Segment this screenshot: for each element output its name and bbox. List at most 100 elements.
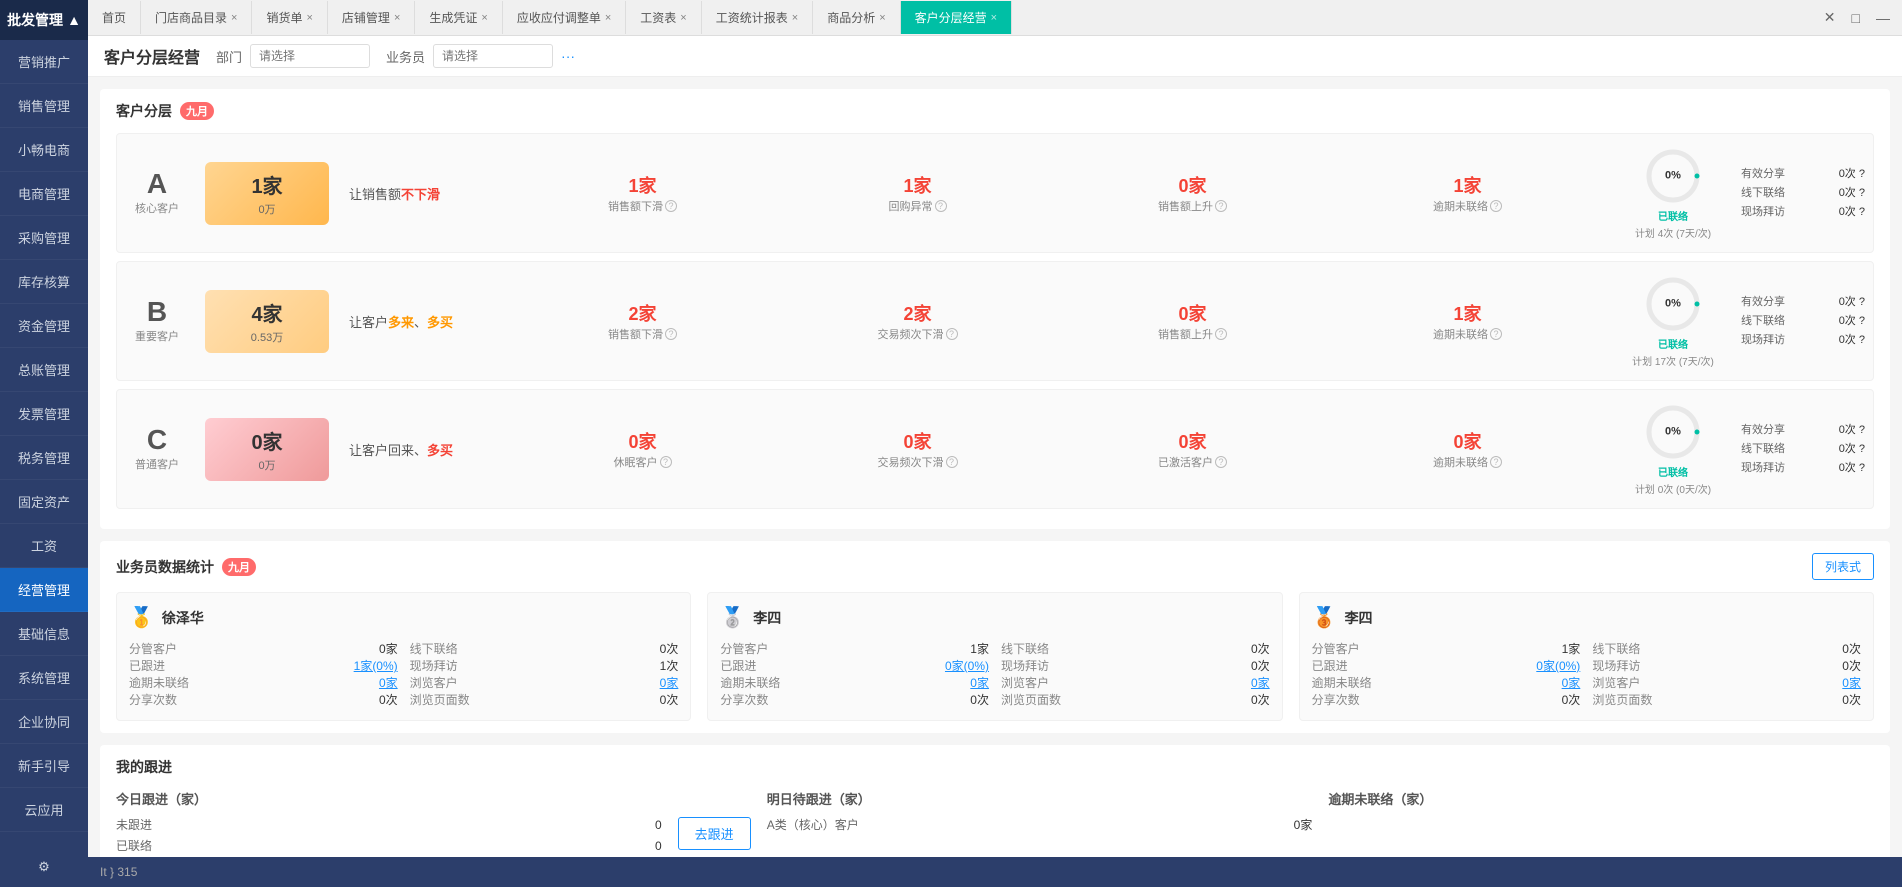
tier-count-col-b: 4家 0.53万 (197, 290, 337, 353)
tab-close-dcgl[interactable]: × (394, 12, 400, 24)
sidebar-item-xdds[interactable]: 小畅电商 (0, 128, 88, 172)
tier-right-val: 0次 ? (1839, 203, 1865, 219)
sidebar-item-ssgl[interactable]: 税务管理 (0, 436, 88, 480)
sidebar-item-cggl[interactable]: 采购管理 (0, 216, 88, 260)
tier-right-row: 现场拜访 0次 ? (1741, 331, 1865, 347)
tab-close-ysyftzd[interactable]: × (605, 12, 611, 24)
info-icon[interactable]: ? (665, 200, 677, 212)
tab-home[interactable]: 首页 (88, 1, 141, 34)
tab-xhd[interactable]: 销货单× (252, 1, 327, 34)
info-icon[interactable]: ? (1859, 443, 1865, 455)
info-icon[interactable]: ? (1490, 200, 1502, 212)
dept-select[interactable] (250, 44, 370, 68)
list-view-button[interactable]: 列表式 (1812, 553, 1874, 580)
stat-num: 0家 (878, 428, 958, 454)
info-icon[interactable]: ? (1859, 168, 1865, 180)
info-icon[interactable]: ? (1215, 328, 1227, 340)
sales-select[interactable] (433, 44, 553, 68)
info-icon[interactable]: ? (1859, 206, 1865, 218)
info-icon[interactable]: ? (946, 456, 958, 468)
tier-right-label: 现场拜访 (1741, 459, 1785, 475)
minimize-window-icon[interactable]: — (1872, 8, 1894, 28)
tab-scpz[interactable]: 生成凭证× (415, 1, 502, 34)
restore-window-icon[interactable]: □ (1848, 8, 1864, 28)
circle-plan: 计划 17次 (7天/次) (1632, 353, 1714, 368)
tab-close-mdspmj[interactable]: × (231, 12, 237, 24)
sidebar-item-yxts[interactable]: 营销推广 (0, 40, 88, 84)
rep-stat-val[interactable]: 0家 (1562, 674, 1581, 691)
info-icon[interactable]: ? (1859, 334, 1865, 346)
info-icon[interactable]: ? (1859, 187, 1865, 199)
info-icon[interactable]: ? (1859, 424, 1865, 436)
tab-close-khfcjy[interactable]: × (991, 12, 997, 24)
tab-close-scpz[interactable]: × (481, 12, 487, 24)
sidebar-item-zjgl[interactable]: 资金管理 (0, 304, 88, 348)
tier-circle-c: 0% 已联络 计划 0次 (0天/次) (1613, 398, 1733, 500)
rep-stat-label: 现场拜访 (410, 657, 458, 674)
info-icon[interactable]: ? (1215, 456, 1227, 468)
rep-stat-row: 现场拜访 0次 (1592, 657, 1861, 674)
tab-khfcjy[interactable]: 客户分层经营× (901, 1, 1012, 34)
sidebar-item-kchs[interactable]: 库存核算 (0, 260, 88, 304)
sidebar-item-jygl[interactable]: 经营管理 (0, 568, 88, 612)
tier-right-val: 0次 ? (1839, 331, 1865, 347)
sidebar-item-dsgl[interactable]: 电商管理 (0, 172, 88, 216)
rep-stat-val[interactable]: 1家(0%) (354, 657, 398, 674)
go-followup-button[interactable]: 去跟进 (678, 817, 751, 850)
tab-dcgl[interactable]: 店铺管理× (328, 1, 415, 34)
tab-close-xhd[interactable]: × (306, 12, 312, 24)
rep-stat-val[interactable]: 0家 (379, 674, 398, 691)
business-section: 业务员数据统计 九月 列表式 🥇 徐泽华 分管客户 0家 已跟进 1家(0%) … (100, 541, 1890, 733)
info-icon[interactable]: ? (946, 328, 958, 340)
rep-stat-val[interactable]: 0家 (660, 674, 679, 691)
sidebar-item-qyxy[interactable]: 企业协同 (0, 700, 88, 744)
rep-stat-val[interactable]: 0家 (970, 674, 989, 691)
rep-stat-row: 线下联络 0次 (1592, 640, 1861, 657)
info-icon[interactable]: ? (1859, 315, 1865, 327)
rep-stat-val[interactable]: 0家(0%) (945, 657, 989, 674)
rep-stat-label: 浏览客户 (1001, 674, 1049, 691)
sidebar-item-xsgl[interactable]: 销售管理 (0, 84, 88, 128)
tab-gzb[interactable]: 工资表× (626, 1, 701, 34)
tab-mdspmj[interactable]: 门店商品目录× (141, 1, 252, 34)
sidebar-item-zzgl[interactable]: 总账管理 (0, 348, 88, 392)
rep-stat-label: 已跟进 (129, 657, 165, 674)
info-icon[interactable]: ? (665, 328, 677, 340)
tab-gztjbb[interactable]: 工资统计报表× (702, 1, 813, 34)
tab-close-spfx[interactable]: × (879, 12, 885, 24)
rep-stat-label: 分享次数 (720, 691, 768, 708)
info-icon[interactable]: ? (660, 456, 672, 468)
rep-stat-val[interactable]: 0家 (1251, 674, 1270, 691)
tier-right-row: 线下联络 0次 ? (1741, 440, 1865, 456)
rep-stat-label: 逾期未联络 (1312, 674, 1372, 691)
sidebar-item-gdzy[interactable]: 固定资产 (0, 480, 88, 524)
stat-item: 2家 销售额下滑 ? (603, 300, 683, 342)
info-icon[interactable]: ? (1859, 296, 1865, 308)
sidebar-bottom-settings[interactable]: ⚙ (0, 847, 88, 887)
close-window-icon[interactable]: ✕ (1820, 7, 1840, 28)
more-filter-icon[interactable]: ··· (561, 48, 575, 64)
rep-stat-val[interactable]: 0家(0%) (1536, 657, 1580, 674)
sidebar-top[interactable]: 批发管理 ▲ (0, 0, 88, 40)
tab-ysyftzd[interactable]: 应收应付调整单× (503, 1, 626, 34)
sidebar-item-gz[interactable]: 工资 (0, 524, 88, 568)
sidebar-item-jcxx[interactable]: 基础信息 (0, 612, 88, 656)
stat-item: 0家 销售额上升 ? (1153, 172, 1233, 214)
tier-name-a: 核心客户 (129, 200, 185, 216)
tab-close-gzb[interactable]: × (680, 12, 686, 24)
rep-stat-row: 分享次数 0次 (720, 691, 989, 708)
tab-close-gztjbb[interactable]: × (792, 12, 798, 24)
info-icon[interactable]: ? (935, 200, 947, 212)
info-icon[interactable]: ? (1490, 456, 1502, 468)
sidebar-item-yyyy[interactable]: 云应用 (0, 788, 88, 832)
tab-spfx[interactable]: 商品分析× (813, 1, 900, 34)
sidebar-item-fpgl[interactable]: 发票管理 (0, 392, 88, 436)
sidebar-item-xsyd[interactable]: 新手引导 (0, 744, 88, 788)
sidebar-item-xtgl[interactable]: 系统管理 (0, 656, 88, 700)
info-icon[interactable]: ? (1215, 200, 1227, 212)
info-icon[interactable]: ? (1490, 328, 1502, 340)
info-icon[interactable]: ? (1859, 462, 1865, 474)
tier-count-box-b: 4家 0.53万 (205, 290, 329, 353)
rep-stat-val[interactable]: 0家 (1842, 674, 1861, 691)
tier-letter-a: A (129, 170, 185, 198)
